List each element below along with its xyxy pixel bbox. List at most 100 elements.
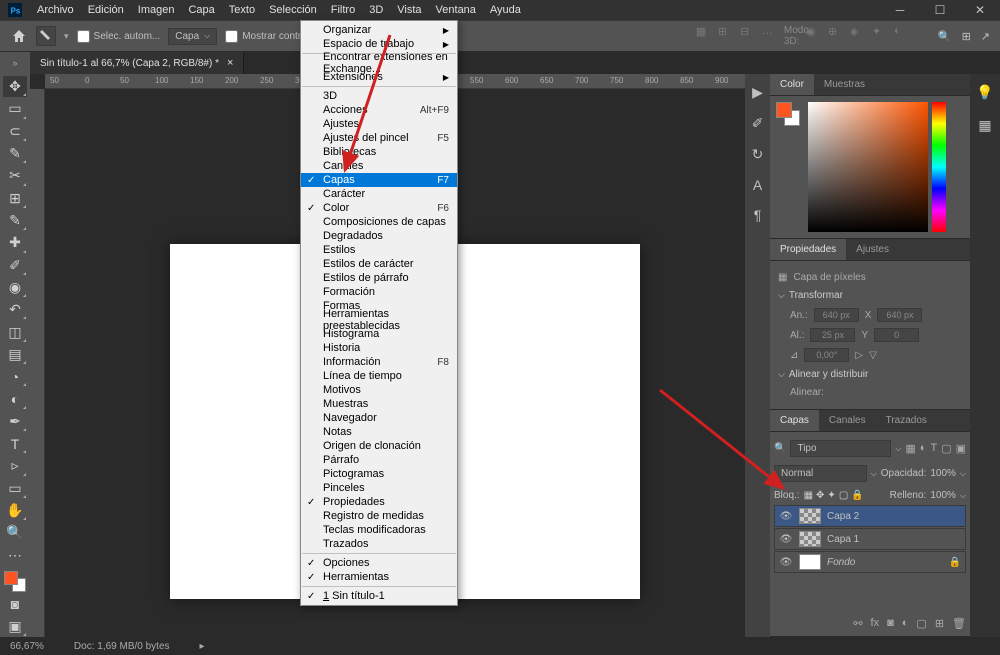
- layer-name[interactable]: Capa 1: [827, 534, 859, 545]
- filter-adj-icon[interactable]: ◐: [920, 442, 927, 455]
- para-panel-icon[interactable]: ¶: [754, 207, 762, 223]
- filter-select[interactable]: Tipo: [790, 440, 891, 457]
- pen-tool[interactable]: ✒: [3, 411, 27, 432]
- healing-tool[interactable]: ✚: [3, 232, 27, 253]
- menu-item-origen-de-clonaci-n[interactable]: Origen de clonación: [301, 439, 457, 453]
- align-icon[interactable]: ▦: [696, 25, 712, 47]
- screen-mode-tool[interactable]: ▣: [3, 616, 27, 637]
- lock-all-icon[interactable]: 🔒: [851, 490, 863, 501]
- zoom-tool[interactable]: 🔍: [3, 522, 27, 543]
- adjustment-layer-icon[interactable]: ◐: [902, 617, 909, 630]
- filter-shape-icon[interactable]: ▢: [941, 442, 951, 455]
- hue-slider[interactable]: [932, 102, 946, 232]
- menu-item-trazados[interactable]: Trazados: [301, 537, 457, 551]
- menu-item-motivos[interactable]: Motivos: [301, 383, 457, 397]
- flip-h-icon[interactable]: ▷: [855, 350, 863, 361]
- opacity-value[interactable]: 100%: [930, 468, 956, 479]
- layer-thumbnail[interactable]: [799, 508, 821, 524]
- menu-item-estilos-de-car-cter[interactable]: Estilos de carácter: [301, 257, 457, 271]
- play-icon[interactable]: ▶: [752, 84, 763, 101]
- menu-item-estilos-de-p-rrafo[interactable]: Estilos de párrafo: [301, 271, 457, 285]
- layer-name[interactable]: Capa 2: [827, 511, 859, 522]
- lightbulb-icon[interactable]: 💡: [976, 84, 993, 101]
- shape-tool[interactable]: ▭: [3, 478, 27, 499]
- minimize-button[interactable]: ─: [880, 0, 920, 20]
- new-layer-icon[interactable]: ⊞: [935, 617, 944, 630]
- layer-thumbnail[interactable]: [799, 531, 821, 547]
- menu-item-ajustes-del-pincel[interactable]: Ajustes del pincelF5: [301, 131, 457, 145]
- 3d-icon[interactable]: ◈: [850, 25, 866, 47]
- tab-swatches[interactable]: Muestras: [814, 74, 875, 95]
- lock-artboard-icon[interactable]: ▢: [839, 490, 848, 501]
- tab-adjustments[interactable]: Ajustes: [846, 239, 899, 260]
- lock-icon[interactable]: 🔒: [949, 557, 961, 568]
- menu-filtro[interactable]: Filtro: [324, 0, 362, 20]
- crop-tool[interactable]: ✂: [3, 165, 27, 186]
- 3d-icon[interactable]: ◉: [806, 25, 822, 47]
- menu-item-3d[interactable]: 3D: [301, 89, 457, 103]
- brush-panel-icon[interactable]: ✐: [752, 115, 764, 132]
- menu-item-muestras[interactable]: Muestras: [301, 397, 457, 411]
- fill-value[interactable]: 100%: [930, 490, 956, 501]
- brush-tool[interactable]: ✐: [3, 255, 27, 276]
- menu-item-propiedades[interactable]: ✓Propiedades: [301, 495, 457, 509]
- menu-item-navegador[interactable]: Navegador: [301, 411, 457, 425]
- menu-item-ajustes[interactable]: Ajustes: [301, 117, 457, 131]
- visibility-icon[interactable]: 👁: [779, 511, 793, 522]
- menu-ventana[interactable]: Ventana: [429, 0, 483, 20]
- menu-archivo[interactable]: Archivo: [30, 0, 81, 20]
- move-tool[interactable]: ✥: [3, 76, 27, 97]
- menu-item-notas[interactable]: Notas: [301, 425, 457, 439]
- tool-preset-icon[interactable]: [36, 26, 56, 46]
- lock-pixels-icon[interactable]: ▦: [804, 490, 813, 501]
- menu-item-l-nea-de-tiempo[interactable]: Línea de tiempo: [301, 369, 457, 383]
- menu-item-color[interactable]: ✓ColorF6: [301, 201, 457, 215]
- menu-item-composiciones-de-capas[interactable]: Composiciones de capas: [301, 215, 457, 229]
- menu-item-organizar[interactable]: Organizar▶: [301, 23, 457, 37]
- document-tab[interactable]: Sin título-1 al 66,7% (Capa 2, RGB/8#) *…: [30, 52, 244, 74]
- menu-capa[interactable]: Capa: [181, 0, 221, 20]
- y-input[interactable]: 0: [874, 328, 919, 342]
- menu-item-formaci-n[interactable]: Formación: [301, 285, 457, 299]
- menu-item-capas[interactable]: ✓CapasF7: [301, 173, 457, 187]
- menu-item-herramientas-preestablecidas[interactable]: Herramientas preestablecidas: [301, 313, 457, 327]
- stamp-tool[interactable]: ◉: [3, 277, 27, 298]
- align-icon[interactable]: ⊟: [740, 25, 756, 47]
- angle-input[interactable]: 0,00°: [804, 348, 849, 362]
- group-icon[interactable]: ▢: [916, 617, 926, 630]
- menu-texto[interactable]: Texto: [222, 0, 262, 20]
- align-icon[interactable]: ⊞: [718, 25, 734, 47]
- 3d-icon[interactable]: ◐: [894, 25, 910, 47]
- menu-item-pinceles[interactable]: Pinceles: [301, 481, 457, 495]
- layer-mask-icon[interactable]: ◙: [887, 617, 894, 630]
- menu-item-1-sin-t-tulo-1[interactable]: ✓1 Sin título-1: [301, 589, 457, 603]
- layer-row[interactable]: 👁 Fondo 🔒: [774, 551, 966, 573]
- menu-item-degradados[interactable]: Degradados: [301, 229, 457, 243]
- close-button[interactable]: ✕: [960, 0, 1000, 20]
- path-select-tool[interactable]: ▹: [3, 455, 27, 476]
- menu-item-teclas-modificadoras[interactable]: Teclas modificadoras: [301, 523, 457, 537]
- blend-mode-select[interactable]: Normal: [774, 465, 867, 482]
- eyedropper-tool[interactable]: ✎: [3, 210, 27, 231]
- filter-type-icon[interactable]: T: [930, 442, 937, 455]
- dodge-tool[interactable]: ◐: [3, 388, 27, 409]
- share-icon[interactable]: ↗: [981, 30, 990, 43]
- select-target[interactable]: Capa⌵: [168, 28, 217, 45]
- menu-item-acciones[interactable]: AccionesAlt+F9: [301, 103, 457, 117]
- menu-item-herramientas[interactable]: ✓Herramientas: [301, 570, 457, 584]
- menu-item-pictogramas[interactable]: Pictogramas: [301, 467, 457, 481]
- tab-layers[interactable]: Capas: [770, 410, 819, 431]
- workspace-icon[interactable]: ⊞: [962, 30, 971, 43]
- visibility-icon[interactable]: 👁: [779, 557, 793, 568]
- menu-item-p-rrafo[interactable]: Párrafo: [301, 453, 457, 467]
- layer-row[interactable]: 👁 Capa 2: [774, 505, 966, 527]
- menu-item-car-cter[interactable]: Carácter: [301, 187, 457, 201]
- menu-item-informaci-n[interactable]: InformaciónF8: [301, 355, 457, 369]
- menu-3d[interactable]: 3D: [362, 0, 390, 20]
- doc-size[interactable]: Doc: 1,69 MB/0 bytes: [74, 641, 170, 652]
- maximize-button[interactable]: ☐: [920, 0, 960, 20]
- eraser-tool[interactable]: ◫: [3, 321, 27, 342]
- filter-pixel-icon[interactable]: ▦: [905, 442, 915, 455]
- layer-name[interactable]: Fondo: [827, 557, 855, 568]
- lock-position-icon[interactable]: ✥: [816, 490, 824, 501]
